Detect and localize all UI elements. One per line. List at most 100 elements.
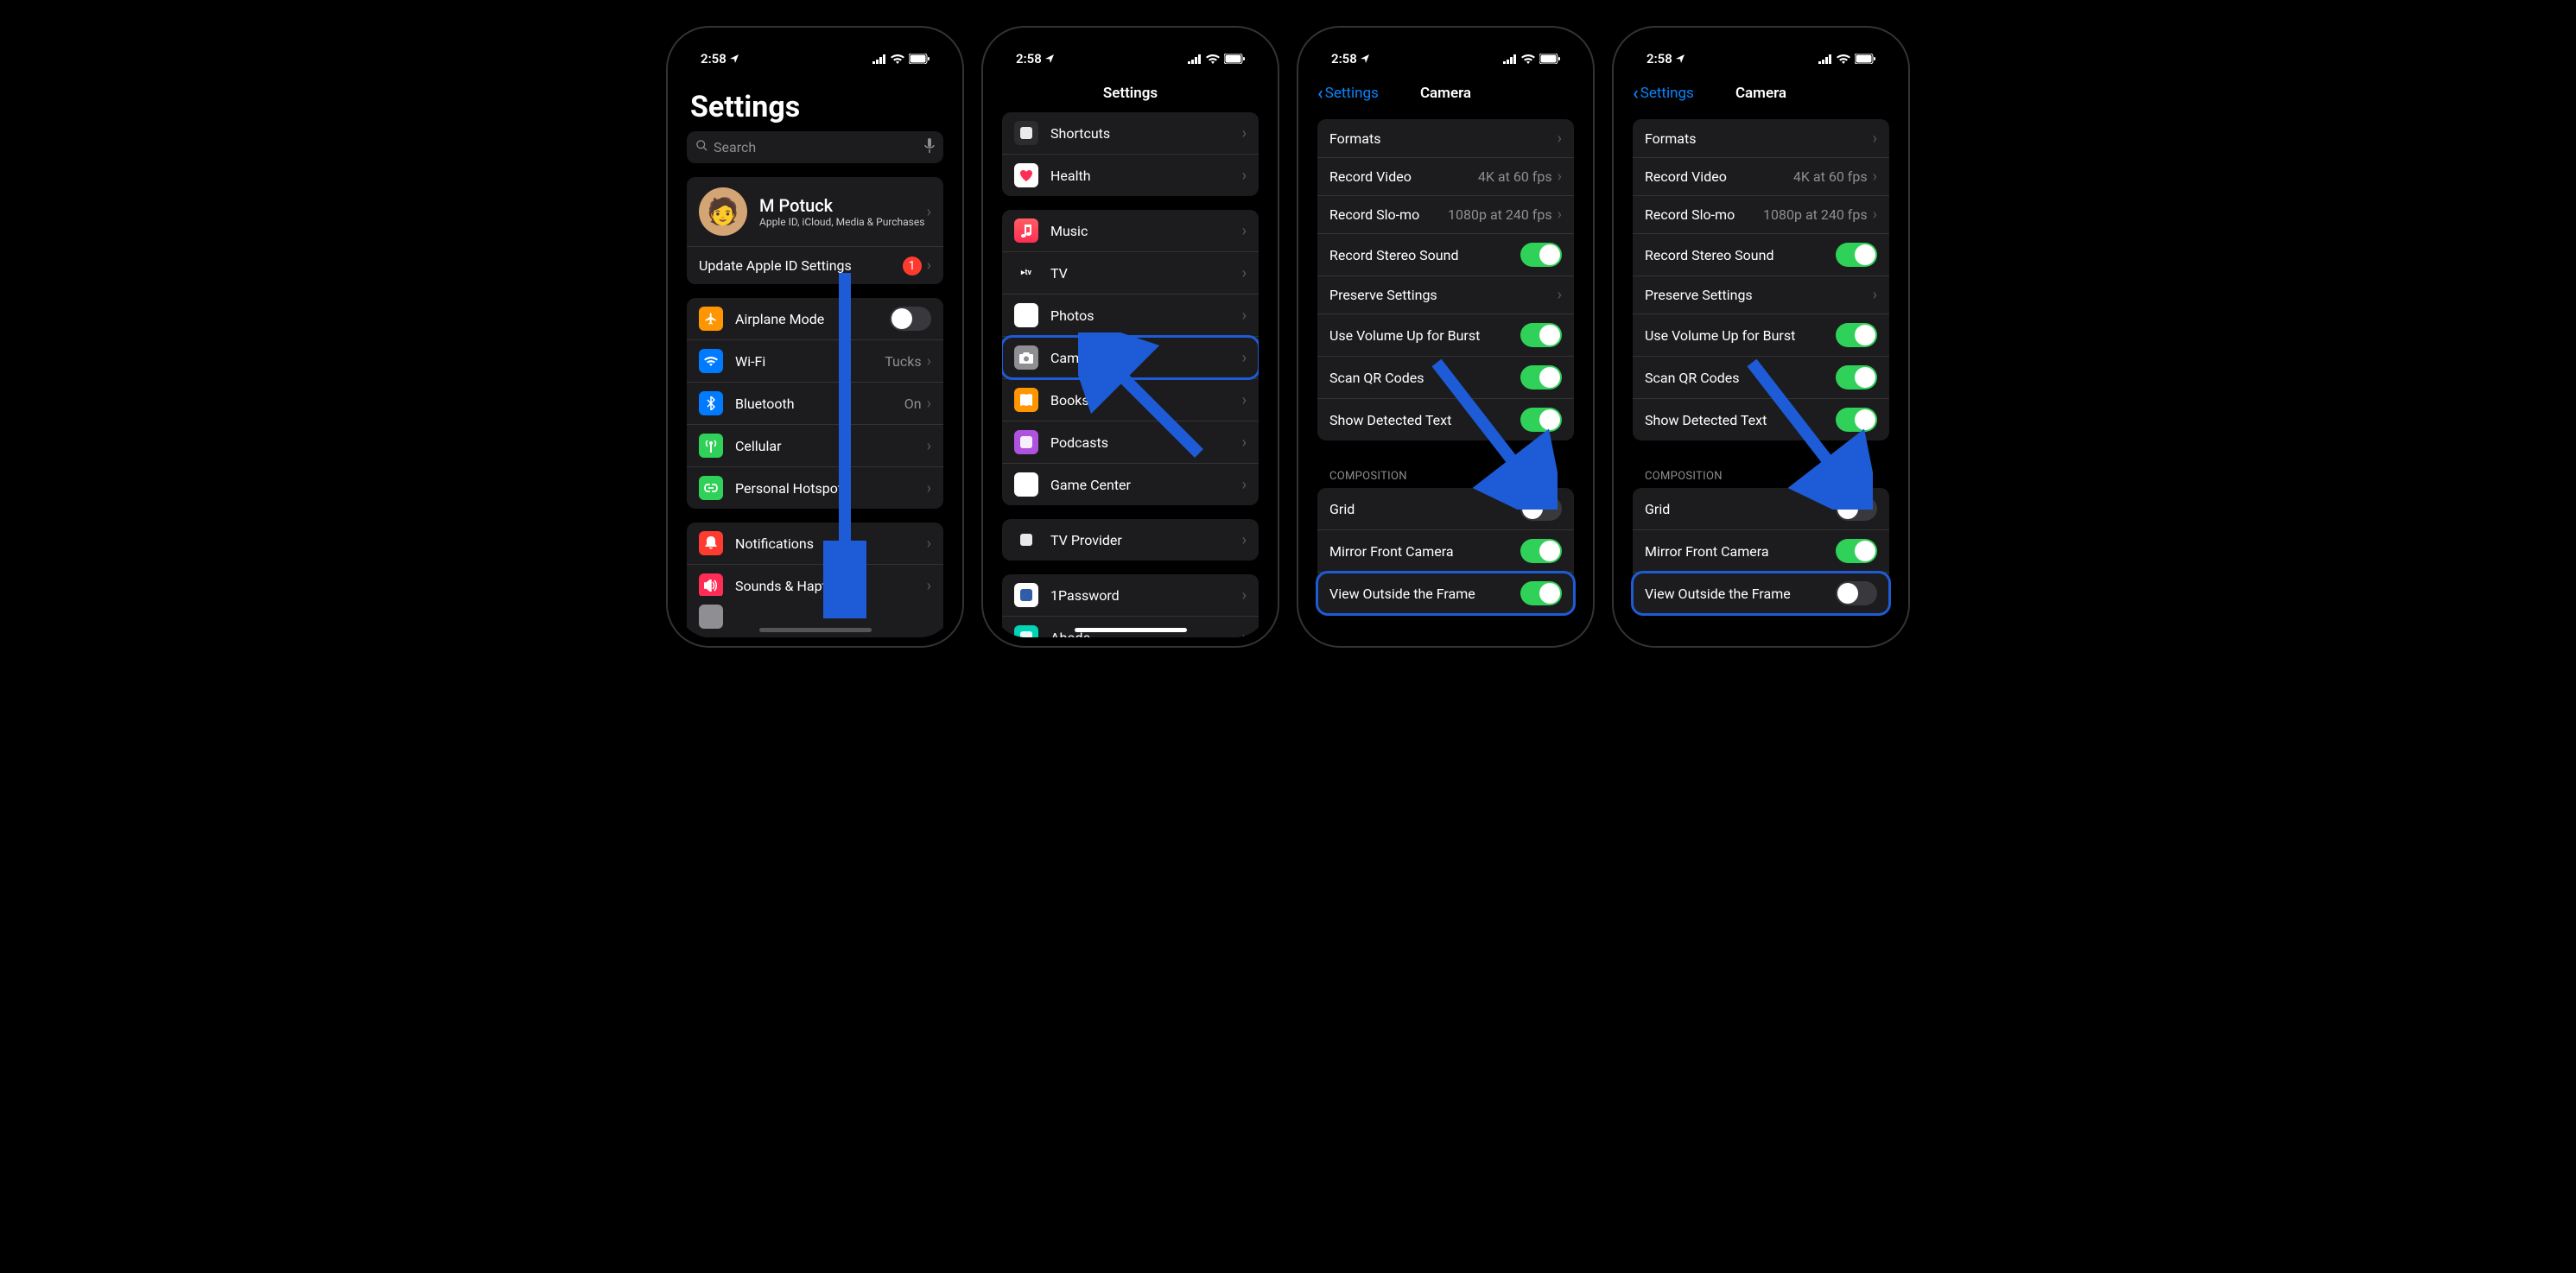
row-label: Show Detected Text (1645, 412, 1836, 428)
speaker-icon (699, 573, 723, 598)
tv-provider-icon (1014, 528, 1038, 552)
settings-row-tv-provider[interactable]: TV Provider› (1002, 519, 1259, 560)
toggle-switch[interactable] (1836, 581, 1877, 605)
settings-row-bluetooth[interactable]: BluetoothOn› (687, 382, 943, 424)
row-label: Update Apple ID Settings (699, 257, 903, 274)
camera-row-grid[interactable]: Grid (1633, 488, 1889, 529)
camera-row-show-detected-text[interactable]: Show Detected Text (1317, 398, 1574, 440)
settings-section: Music›▸tvTV›Photos›Camera›Books›Podcasts… (1002, 210, 1259, 505)
settings-row-personal-hotspot[interactable]: Personal Hotspot› (687, 466, 943, 509)
wifi-icon (699, 349, 723, 373)
row-label: Preserve Settings (1645, 287, 1873, 303)
row-detail: Tucks (885, 353, 921, 370)
camera-row-use-volume-up-for-burst[interactable]: Use Volume Up for Burst (1317, 314, 1574, 356)
camera-row-show-detected-text[interactable]: Show Detected Text (1633, 398, 1889, 440)
settings-row-airplane-mode[interactable]: Airplane Mode (687, 298, 943, 339)
chevron-right-icon: › (1873, 130, 1877, 148)
row-label: Grid (1645, 501, 1836, 517)
search-placeholder: Search (714, 139, 756, 155)
chevron-right-icon: › (1873, 206, 1877, 224)
row-label: Game Center (1050, 477, 1242, 493)
status-time: 2:58 (1331, 51, 1357, 66)
chevron-right-icon: › (1558, 130, 1562, 148)
toggle-switch[interactable] (1520, 497, 1562, 521)
camera-row-mirror-front-camera[interactable]: Mirror Front Camera (1317, 529, 1574, 572)
chevron-right-icon: › (927, 352, 931, 370)
settings-row-podcasts[interactable]: Podcasts› (1002, 421, 1259, 463)
location-arrow-icon (729, 54, 739, 64)
settings-row-cellular[interactable]: Cellular› (687, 424, 943, 466)
camera-row-preserve-settings[interactable]: Preserve Settings› (1633, 276, 1889, 314)
settings-row-camera[interactable]: Camera› (1002, 336, 1259, 378)
camera-row-record-video[interactable]: Record Video4K at 60 fps› (1633, 157, 1889, 195)
row-detail: 4K at 60 fps (1793, 168, 1868, 185)
settings-row-shortcuts[interactable]: Shortcuts› (1002, 112, 1259, 154)
settings-row-music[interactable]: Music› (1002, 210, 1259, 251)
settings-section: Shortcuts›Health› (1002, 112, 1259, 196)
camera-row-preserve-settings[interactable]: Preserve Settings› (1317, 276, 1574, 314)
row-detail: 1080p at 240 fps (1448, 206, 1552, 223)
chevron-right-icon: › (927, 395, 931, 413)
toggle-switch[interactable] (1836, 243, 1877, 267)
profile-sub: Apple ID, iCloud, Media & Purchases (759, 216, 927, 228)
camera-row-formats[interactable]: Formats› (1633, 119, 1889, 157)
section-header-photo-capture: PHOTO CAPTURE (1633, 628, 1889, 637)
settings-section: TV Provider› (1002, 519, 1259, 560)
settings-row-health[interactable]: Health› (1002, 154, 1259, 196)
camera-row-use-volume-up-for-burst[interactable]: Use Volume Up for Burst (1633, 314, 1889, 356)
chevron-right-icon: › (1242, 531, 1247, 549)
nav-back-button[interactable]: ‹Settings (1633, 83, 1694, 104)
row-label: Record Stereo Sound (1329, 247, 1520, 263)
toggle-switch[interactable] (1520, 243, 1562, 267)
phone-frame-3: 2:58 ‹Settings Camera Formats›Record Vid… (1297, 26, 1595, 648)
settings-row-notifications[interactable]: Notifications› (687, 522, 943, 564)
home-indicator (759, 628, 872, 632)
camera-row-scan-qr-codes[interactable]: Scan QR Codes (1317, 356, 1574, 398)
row-label: Record Slo-mo (1645, 206, 1763, 223)
profile-row[interactable]: 🧑 M Potuck Apple ID, iCloud, Media & Pur… (687, 177, 943, 246)
settings-row-books[interactable]: Books› (1002, 378, 1259, 421)
toggle-switch[interactable] (1836, 323, 1877, 347)
settings-row-tv[interactable]: ▸tvTV› (1002, 251, 1259, 294)
settings-row-1password[interactable]: 1Password› (1002, 574, 1259, 616)
camera-row-record-slo-mo[interactable]: Record Slo-mo1080p at 240 fps› (1633, 195, 1889, 233)
section-header-composition: COMPOSITION (1317, 454, 1574, 488)
nav-title: Settings (1103, 85, 1158, 102)
nav-back-button[interactable]: ‹Settings (1317, 83, 1379, 104)
camera-row-view-outside-the-frame[interactable]: View Outside the Frame (1633, 572, 1889, 614)
settings-row-abode[interactable]: Abode› (1002, 616, 1259, 637)
row-label: Formats (1645, 130, 1873, 147)
toggle-switch[interactable] (1836, 365, 1877, 390)
toggle-switch[interactable] (1520, 539, 1562, 563)
camera-row-record-slo-mo[interactable]: Record Slo-mo1080p at 240 fps› (1317, 195, 1574, 233)
update-apple-id-row[interactable]: Update Apple ID Settings 1 › (687, 246, 943, 284)
settings-row-wi-fi[interactable]: Wi-FiTucks› (687, 339, 943, 382)
toggle-switch[interactable] (1520, 365, 1562, 390)
toggle-switch[interactable] (1836, 497, 1877, 521)
toggle-switch[interactable] (1520, 408, 1562, 432)
toggle-switch[interactable] (890, 307, 931, 331)
chevron-left-icon: ‹ (1317, 83, 1323, 104)
toggle-switch[interactable] (1520, 581, 1562, 605)
wifi-icon (891, 54, 904, 64)
chevron-right-icon: › (1558, 286, 1562, 304)
camera-row-record-video[interactable]: Record Video4K at 60 fps› (1317, 157, 1574, 195)
toggle-switch[interactable] (1836, 539, 1877, 563)
toggle-switch[interactable] (1836, 408, 1877, 432)
camera-row-formats[interactable]: Formats› (1317, 119, 1574, 157)
search-input[interactable]: Search (687, 131, 943, 163)
camera-row-record-stereo-sound[interactable]: Record Stereo Sound (1633, 233, 1889, 276)
camera-row-view-outside-the-frame[interactable]: View Outside the Frame (1317, 572, 1574, 614)
settings-row-game-center[interactable]: Game Center› (1002, 463, 1259, 505)
settings-row-photos[interactable]: Photos› (1002, 294, 1259, 336)
row-label: Camera (1050, 350, 1242, 366)
camera-row-mirror-front-camera[interactable]: Mirror Front Camera (1633, 529, 1889, 572)
camera-row-scan-qr-codes[interactable]: Scan QR Codes (1633, 356, 1889, 398)
camera-row-grid[interactable]: Grid (1317, 488, 1574, 529)
camera-row-record-stereo-sound[interactable]: Record Stereo Sound (1317, 233, 1574, 276)
location-arrow-icon (1044, 54, 1055, 64)
section-header-composition: COMPOSITION (1633, 454, 1889, 488)
composition-section: Grid Mirror Front CameraView Outside the … (1633, 488, 1889, 614)
mic-icon[interactable] (924, 138, 935, 156)
toggle-switch[interactable] (1520, 323, 1562, 347)
